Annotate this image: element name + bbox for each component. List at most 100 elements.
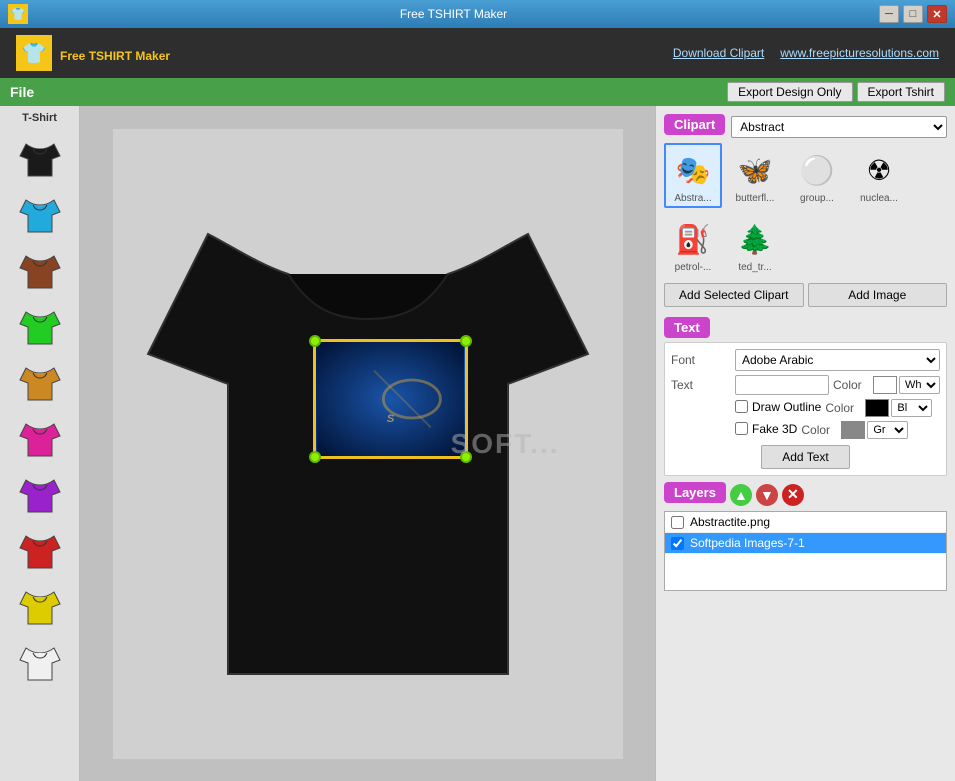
fake3d-color-dropdown[interactable]: Gr Bl Wh (867, 421, 908, 439)
outline-color-label: Color (825, 401, 861, 415)
fake3d-label: Fake 3D (752, 422, 797, 436)
layer-checkbox-0[interactable] (671, 516, 684, 529)
add-clipart-button[interactable]: Add Selected Clipart (664, 283, 804, 307)
handle-bottom-right[interactable] (460, 451, 472, 463)
layers-section: Layers ▲ ▼ ✕ Abstractite.png Softpedia I… (664, 482, 947, 591)
clipart-grid: 🎭 Abstra...🦋 butterfl...⚪ group...☢ nucl… (664, 143, 947, 277)
clipart-label-5: ted_tr... (730, 262, 780, 273)
handle-top-left[interactable] (309, 335, 321, 347)
tshirt-color-yellow[interactable] (12, 578, 68, 634)
clipart-thumb-0: 🎭 (670, 147, 716, 193)
font-dropdown[interactable]: Adobe Arabic Arial Times New Roman (735, 349, 940, 371)
clipart-header-row: Clipart AbstractAnimalsNatureSportsSymbo… (664, 114, 947, 139)
clipart-action-row: Add Selected Clipart Add Image (664, 283, 947, 307)
clipart-thumb-3: ☢ (856, 147, 902, 193)
text-color-swatch (873, 376, 897, 394)
handle-top-right[interactable] (460, 335, 472, 347)
tshirt-display: S SOFT... (128, 154, 608, 734)
header-logo: 👕 Free TSHIRT Maker (16, 35, 170, 71)
clipart-item-5[interactable]: 🌲 ted_tr... (726, 212, 784, 277)
clipart-category-dropdown[interactable]: AbstractAnimalsNatureSportsSymbols (731, 116, 947, 138)
clipart-label-2: group... (792, 193, 842, 204)
clipart-thumb-2: ⚪ (794, 147, 840, 193)
text-input-row: Text Color Wh Bl Re (671, 375, 940, 395)
logo-maker: Maker (132, 49, 170, 63)
text-color-dropdown[interactable]: Wh Bl Re (899, 376, 940, 394)
clipart-thumb-5: 🌲 (732, 216, 778, 262)
layer-name-0: Abstractite.png (690, 515, 940, 529)
outline-checkbox-row: Draw Outline (735, 400, 821, 414)
logo-free: Free (60, 49, 89, 63)
tshirt-color-cyan[interactable] (12, 186, 68, 242)
font-label: Font (671, 353, 731, 367)
title-bar: 👕 Free TSHIRT Maker ─ □ ✕ (0, 0, 955, 28)
clipart-section-label: Clipart (664, 114, 725, 135)
design-element[interactable]: S (313, 339, 468, 459)
menubar-buttons: Export Design Only Export Tshirt (727, 82, 945, 102)
title-bar-controls: ─ □ ✕ (879, 5, 947, 23)
tshirt-color-red[interactable] (12, 522, 68, 578)
minimize-button[interactable]: ─ (879, 5, 899, 23)
outline-color-dropdown[interactable]: Bl Wh (891, 399, 932, 417)
close-button[interactable]: ✕ (927, 5, 947, 23)
clipart-item-2[interactable]: ⚪ group... (788, 143, 846, 208)
tshirt-color-green[interactable] (12, 298, 68, 354)
download-clipart-link[interactable]: Download Clipart (673, 46, 764, 60)
header-links: Download Clipart www.freepicturesolution… (673, 46, 939, 60)
text-input[interactable] (735, 375, 829, 395)
tshirt-color-orange[interactable] (12, 354, 68, 410)
tshirt-color-white[interactable] (12, 634, 68, 690)
tshirt-icon: 👕 (16, 35, 52, 71)
font-row: Font Adobe Arabic Arial Times New Roman (671, 349, 940, 371)
layer-item-1[interactable]: Softpedia Images-7-1 (665, 533, 946, 554)
design-s-letter: S (316, 342, 465, 456)
outline-row: Draw Outline Color Bl Wh (671, 399, 940, 417)
draw-outline-checkbox[interactable] (735, 400, 748, 413)
header-logo-text: Free TSHIRT Maker (60, 40, 170, 66)
fake3d-color-label: Color (801, 423, 837, 437)
outline-color-swatch (865, 399, 889, 417)
clipart-item-0[interactable]: 🎭 Abstra... (664, 143, 722, 208)
text-label: Text (671, 378, 731, 392)
tshirt-color-black[interactable] (12, 130, 68, 186)
layer-up-button[interactable]: ▲ (730, 484, 752, 506)
canvas-wrapper: S SOFT... (113, 129, 623, 759)
add-image-button[interactable]: Add Image (808, 283, 948, 307)
tshirt-color-purple[interactable] (12, 466, 68, 522)
fake3d-checkbox[interactable] (735, 422, 748, 435)
add-text-button[interactable]: Add Text (761, 445, 849, 469)
canvas-area: S SOFT... (80, 106, 655, 781)
menubar: File Export Design Only Export Tshirt (0, 78, 955, 106)
handle-bottom-left[interactable] (309, 451, 321, 463)
text-color-label: Color (833, 378, 869, 392)
right-panel: Clipart AbstractAnimalsNatureSportsSymbo… (655, 106, 955, 781)
clipart-item-1[interactable]: 🦋 butterfl... (726, 143, 784, 208)
file-menu[interactable]: File (10, 84, 34, 100)
text-section-body: Font Adobe Arabic Arial Times New Roman … (664, 342, 947, 476)
text-section: Text Font Adobe Arabic Arial Times New R… (664, 317, 947, 476)
maximize-button[interactable]: □ (903, 5, 923, 23)
clipart-item-4[interactable]: ⛽ petrol-... (664, 212, 722, 277)
layer-item-0[interactable]: Abstractite.png (665, 512, 946, 533)
layer-checkbox-1[interactable] (671, 537, 684, 550)
website-link[interactable]: www.freepicturesolutions.com (780, 46, 939, 60)
export-design-button[interactable]: Export Design Only (727, 82, 852, 102)
tshirt-panel-label: T-Shirt (22, 112, 57, 124)
layers-header-row: Layers ▲ ▼ ✕ (664, 482, 947, 507)
title-bar-title: Free TSHIRT Maker (28, 7, 879, 21)
text-section-label: Text (664, 317, 710, 338)
logo-tshirt: TSHIRT (89, 49, 132, 63)
tshirt-color-brown[interactable] (12, 242, 68, 298)
left-panel: T-Shirt (0, 106, 80, 781)
layers-list: Abstractite.png Softpedia Images-7-1 (664, 511, 947, 591)
clipart-item-3[interactable]: ☢ nuclea... (850, 143, 908, 208)
add-text-row: Add Text (671, 445, 940, 469)
clipart-label-3: nuclea... (854, 193, 904, 204)
layer-down-button[interactable]: ▼ (756, 484, 778, 506)
tshirt-color-pink[interactable] (12, 410, 68, 466)
clipart-label-0: Abstra... (668, 193, 718, 204)
fake3d-checkbox-row: Fake 3D (735, 422, 797, 436)
clipart-section: Clipart AbstractAnimalsNatureSportsSymbo… (664, 114, 947, 311)
layer-delete-button[interactable]: ✕ (782, 484, 804, 506)
export-tshirt-button[interactable]: Export Tshirt (857, 82, 945, 102)
